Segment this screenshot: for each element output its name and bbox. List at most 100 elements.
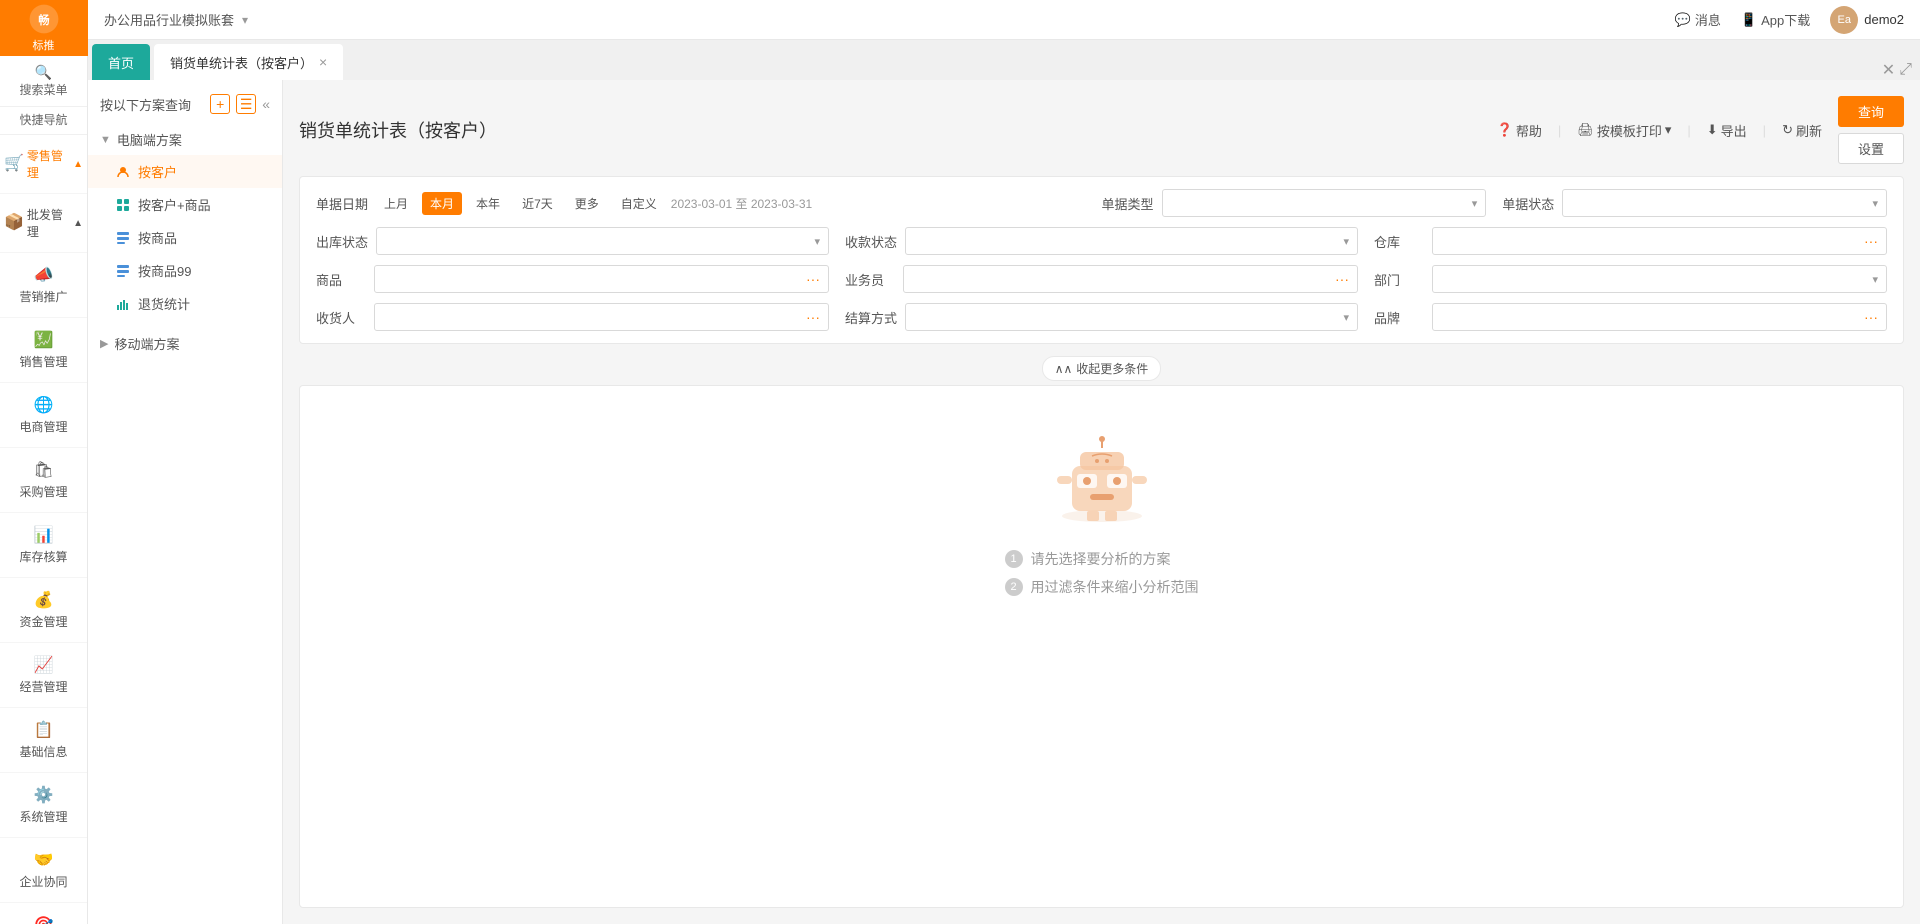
order-type-arrow: ▾	[1472, 197, 1478, 210]
by-goods-99-label: 按商品99	[138, 261, 270, 280]
order-type-select[interactable]: ▾	[1162, 189, 1487, 217]
sidebar-item-sales[interactable]: 💹 销售管理	[0, 318, 87, 383]
custom-date-btn[interactable]: 自定义	[613, 192, 665, 215]
brand-label: 品牌	[1374, 308, 1424, 327]
sidebar-item-retail[interactable]: 🛒 零售管理 ▲	[0, 135, 87, 194]
filter-date: 单据日期 上月 本月 本年 近7天 更多 自定义 2023-03-01 至 20…	[316, 192, 1086, 215]
scheme-add-btn[interactable]: +	[210, 94, 230, 114]
scheme-item-by-goods-99[interactable]: 按商品99	[88, 254, 282, 287]
tab-home[interactable]: 首页	[92, 44, 150, 80]
sidebar-item-inventory-label: 库存核算	[19, 548, 67, 565]
inventory-icon: 📊	[34, 525, 54, 545]
sidebar-item-wholesale[interactable]: 📦 批发管理 ▲	[0, 194, 87, 253]
brand-input[interactable]: ···	[1432, 303, 1887, 331]
sidebar-item-enterprise[interactable]: 🤝 企业协同	[0, 838, 87, 903]
newbie-icon: 🎯	[34, 915, 54, 924]
warehouse-dots[interactable]: ···	[1864, 233, 1878, 249]
brand-dots[interactable]: ···	[1864, 309, 1878, 325]
sidebar-item-marketing-label: 营销推广	[19, 288, 67, 305]
sidebar-item-ecommerce[interactable]: 🌐 电商管理	[0, 383, 87, 448]
goods-input[interactable]: ···	[374, 265, 829, 293]
quick-nav[interactable]: 快捷导航	[0, 107, 87, 135]
edit-icon: ☰	[240, 96, 253, 113]
sidebar-item-inventory[interactable]: 📊 库存核算	[0, 513, 87, 578]
out-status-select[interactable]: ▾	[376, 227, 829, 255]
message-btn[interactable]: 💬 消息	[1675, 10, 1721, 29]
settle-label: 结算方式	[845, 308, 897, 327]
empty-tip-2: 2 用过滤条件来缩小分析范围	[1005, 577, 1199, 597]
tab-close-btn[interactable]: ×	[319, 54, 327, 70]
order-status-select[interactable]: ▾	[1562, 189, 1887, 217]
sidebar-item-basic[interactable]: 📋 基础信息	[0, 708, 87, 773]
scheme-group-desktop-header[interactable]: ▼ 电脑端方案	[88, 124, 282, 155]
scheme-item-by-customer-goods[interactable]: 按客户+商品	[88, 188, 282, 221]
company-title: 办公用品行业模拟账套	[104, 10, 234, 29]
sidebar-item-system[interactable]: ⚙️ 系统管理	[0, 773, 87, 838]
basic-icon: 📋	[34, 720, 54, 740]
settle-select[interactable]: ▾	[905, 303, 1358, 331]
scheme-edit-btn[interactable]: ☰	[236, 94, 256, 114]
help-btn[interactable]: ❓ 帮助	[1493, 119, 1546, 142]
svg-text:畅: 畅	[38, 13, 49, 27]
sidebar-item-purchase[interactable]: 🛍 采购管理	[0, 448, 87, 513]
app-download-btn[interactable]: 📱 App下载	[1741, 10, 1810, 29]
filter-goods: 商品 ···	[316, 265, 829, 293]
staff-dots[interactable]: ···	[1335, 271, 1349, 287]
sidebar-item-sales-label: 销售管理	[19, 353, 67, 370]
return-stats-label: 退货统计	[138, 294, 270, 313]
collapse-bar: ∧∧ 收起更多条件	[299, 356, 1904, 381]
main-area: 办公用品行业模拟账套 ▾ 💬 消息 📱 App下载 Ea demo2 首页	[88, 0, 1920, 924]
empty-state-tips: 1 请先选择要分析的方案 2 用过滤条件来缩小分析范围	[1005, 549, 1199, 597]
staff-input[interactable]: ···	[903, 265, 1358, 293]
warehouse-input[interactable]: ···	[1432, 227, 1887, 255]
tip-num-2: 2	[1005, 578, 1023, 596]
warehouse-label: 仓库	[1374, 232, 1424, 251]
sidebar-item-newbie[interactable]: 🎯 新手引导	[0, 903, 87, 924]
scheme-item-by-goods[interactable]: 按商品	[88, 221, 282, 254]
settings-btn[interactable]: 设置	[1838, 133, 1904, 164]
logo[interactable]: 畅 标推	[0, 0, 88, 56]
window-expand-btn[interactable]: ⤢	[1899, 61, 1912, 79]
collapse-btn[interactable]: ∧∧ 收起更多条件	[1042, 356, 1162, 381]
prev-month-btn[interactable]: 上月	[376, 192, 416, 215]
user-area[interactable]: Ea demo2	[1830, 6, 1904, 34]
enterprise-icon: 🤝	[34, 850, 54, 870]
sidebar-item-system-label: 系统管理	[19, 808, 67, 825]
this-year-btn[interactable]: 本年	[468, 192, 508, 215]
goods-dots[interactable]: ···	[806, 271, 820, 287]
company-dropdown-icon[interactable]: ▾	[242, 13, 248, 27]
export-label: 导出	[1721, 121, 1747, 140]
tab-sales-stat[interactable]: 销货单统计表（按客户） ×	[154, 44, 343, 80]
print-dropdown-arrow: ▾	[1665, 122, 1672, 138]
this-month-btn[interactable]: 本月	[422, 192, 462, 215]
more-date-btn[interactable]: 更多	[567, 192, 607, 215]
receiver-dots[interactable]: ···	[806, 309, 820, 325]
add-icon: +	[216, 96, 224, 112]
sidebar-item-finance[interactable]: 💰 资金管理	[0, 578, 87, 643]
receiver-input[interactable]: ···	[374, 303, 829, 331]
top-header-right: 💬 消息 📱 App下载 Ea demo2	[1675, 6, 1904, 34]
refresh-btn[interactable]: ↻ 刷新	[1778, 119, 1826, 142]
receiver-label: 收货人	[316, 308, 366, 327]
user-avatar[interactable]: Ea	[1830, 6, 1858, 34]
home-tab-label: 首页	[108, 53, 134, 72]
sidebar-item-marketing[interactable]: 📣 营销推广	[0, 253, 87, 318]
query-btn[interactable]: 查询	[1838, 96, 1904, 127]
window-close-btn[interactable]: ✕	[1882, 60, 1895, 80]
dept-select[interactable]: ▾	[1432, 265, 1887, 293]
download-icon: 📱	[1741, 12, 1757, 28]
refresh-icon: ↻	[1782, 122, 1793, 138]
scheme-item-by-customer[interactable]: 按客户	[88, 155, 282, 188]
scheme-item-return-stats[interactable]: 退货统计	[88, 287, 282, 320]
sidebar-nav: 🛒 零售管理 ▲ 📦 批发管理 ▲ 📣 营销推广 💹 销售管理 🌐 电商管理 🛍…	[0, 135, 87, 924]
export-btn[interactable]: ⬇ 导出	[1703, 119, 1751, 142]
sidebar-item-operation[interactable]: 📈 经营管理	[0, 643, 87, 708]
sidebar-item-retail-label: 零售管理	[27, 147, 70, 181]
print-btn[interactable]: 🖨 按模板打印 ▾	[1573, 119, 1675, 142]
date-range-display: 2023-03-01 至 2023-03-31	[671, 195, 812, 212]
scheme-group-mobile-header[interactable]: ▶ 移动端方案	[88, 328, 282, 359]
last-7-btn[interactable]: 近7天	[514, 192, 561, 215]
sidebar-search[interactable]: 🔍 搜索菜单	[0, 56, 87, 107]
pay-status-select[interactable]: ▾	[905, 227, 1358, 255]
scheme-panel-collapse-btn[interactable]: «	[262, 96, 270, 112]
